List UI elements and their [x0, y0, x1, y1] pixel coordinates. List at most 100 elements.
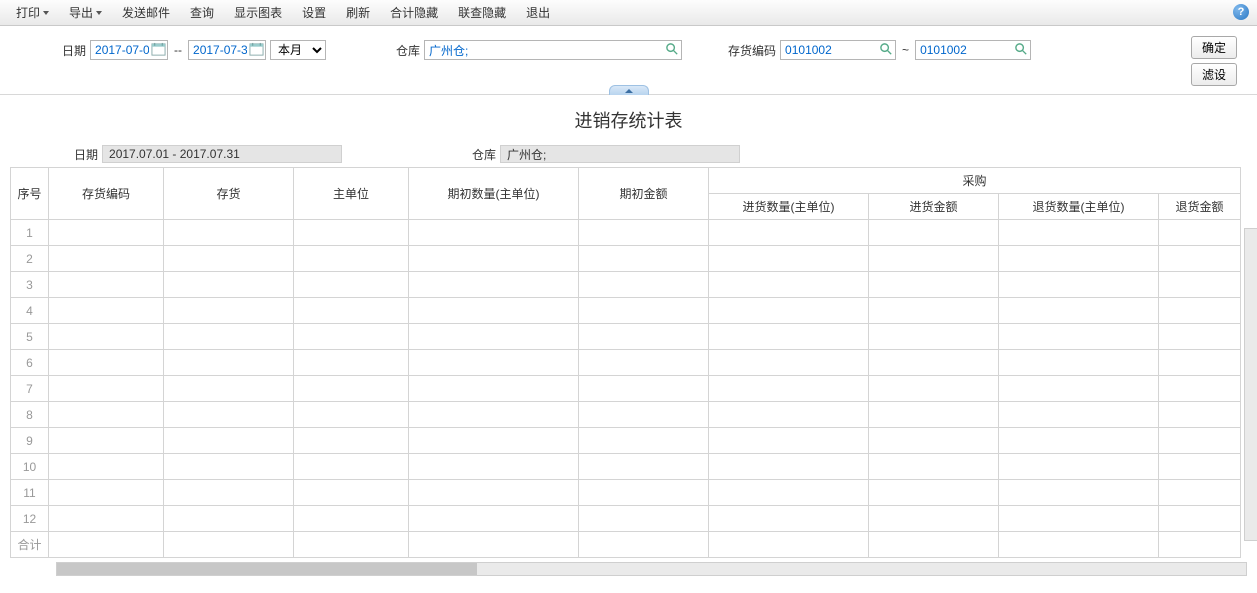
- cell[interactable]: [1159, 350, 1241, 376]
- cell[interactable]: [49, 402, 164, 428]
- hide-join-button[interactable]: 联查隐藏: [450, 1, 514, 24]
- cell[interactable]: [579, 402, 709, 428]
- cell[interactable]: [709, 402, 869, 428]
- cell[interactable]: [869, 298, 999, 324]
- cell[interactable]: [49, 246, 164, 272]
- cell[interactable]: [164, 480, 294, 506]
- cell[interactable]: [1159, 454, 1241, 480]
- cell[interactable]: [294, 402, 409, 428]
- cell[interactable]: [1159, 298, 1241, 324]
- cell[interactable]: [164, 506, 294, 532]
- refresh-button[interactable]: 刷新: [338, 1, 378, 24]
- cell[interactable]: [164, 428, 294, 454]
- table-row[interactable]: 9: [11, 428, 1241, 454]
- table-row[interactable]: 5: [11, 324, 1241, 350]
- cell[interactable]: [1159, 220, 1241, 246]
- cell[interactable]: [49, 480, 164, 506]
- cell[interactable]: [869, 272, 999, 298]
- cell[interactable]: [999, 350, 1159, 376]
- send-mail-button[interactable]: 发送邮件: [114, 1, 178, 24]
- cell[interactable]: [999, 298, 1159, 324]
- vertical-scrollbar[interactable]: [1244, 228, 1257, 541]
- col-ret-qty[interactable]: 退货数量(主单位): [999, 194, 1159, 220]
- hide-total-button[interactable]: 合计隐藏: [382, 1, 446, 24]
- cell[interactable]: [579, 272, 709, 298]
- cell[interactable]: [579, 376, 709, 402]
- search-icon[interactable]: [1014, 42, 1029, 57]
- confirm-button[interactable]: 确定: [1191, 36, 1237, 59]
- table-row[interactable]: 7: [11, 376, 1241, 402]
- table-row[interactable]: 8: [11, 402, 1241, 428]
- horizontal-scrollbar[interactable]: [56, 562, 1247, 576]
- cell[interactable]: [709, 324, 869, 350]
- cell[interactable]: [709, 220, 869, 246]
- col-group-purchase[interactable]: 采购: [709, 168, 1241, 194]
- cell[interactable]: [409, 402, 579, 428]
- cell[interactable]: [579, 220, 709, 246]
- cell[interactable]: [709, 454, 869, 480]
- cell[interactable]: [164, 350, 294, 376]
- cell[interactable]: [709, 480, 869, 506]
- cell[interactable]: [164, 454, 294, 480]
- table-row[interactable]: 6: [11, 350, 1241, 376]
- cell[interactable]: [294, 480, 409, 506]
- cell[interactable]: [294, 350, 409, 376]
- cell[interactable]: [294, 272, 409, 298]
- cell[interactable]: [294, 298, 409, 324]
- cell[interactable]: [164, 324, 294, 350]
- cell[interactable]: [579, 324, 709, 350]
- cell[interactable]: [999, 376, 1159, 402]
- cell[interactable]: [294, 220, 409, 246]
- cell[interactable]: [409, 272, 579, 298]
- col-stock-code[interactable]: 存货编码: [49, 168, 164, 220]
- cell[interactable]: [999, 246, 1159, 272]
- cell[interactable]: [999, 480, 1159, 506]
- cell[interactable]: [409, 324, 579, 350]
- cell[interactable]: [999, 506, 1159, 532]
- search-icon[interactable]: [665, 42, 680, 57]
- col-in-amt[interactable]: 进货金额: [869, 194, 999, 220]
- cell[interactable]: [869, 220, 999, 246]
- col-seq[interactable]: 序号: [11, 168, 49, 220]
- cell[interactable]: [164, 298, 294, 324]
- cell[interactable]: [409, 246, 579, 272]
- help-icon[interactable]: ?: [1233, 4, 1249, 20]
- cell[interactable]: [164, 272, 294, 298]
- cell[interactable]: [869, 428, 999, 454]
- cell[interactable]: [1159, 246, 1241, 272]
- table-row[interactable]: 10: [11, 454, 1241, 480]
- query-button[interactable]: 查询: [182, 1, 222, 24]
- cell[interactable]: [49, 324, 164, 350]
- settings-button[interactable]: 设置: [294, 1, 334, 24]
- cell[interactable]: [869, 402, 999, 428]
- cell[interactable]: [579, 506, 709, 532]
- cell[interactable]: [49, 298, 164, 324]
- cell[interactable]: [294, 506, 409, 532]
- cell[interactable]: [164, 220, 294, 246]
- cell[interactable]: [579, 246, 709, 272]
- period-select[interactable]: 本月: [270, 40, 326, 60]
- cell[interactable]: [999, 428, 1159, 454]
- col-stock[interactable]: 存货: [164, 168, 294, 220]
- cell[interactable]: [294, 376, 409, 402]
- search-icon[interactable]: [879, 42, 894, 57]
- cell[interactable]: [164, 402, 294, 428]
- filter-settings-button[interactable]: 滤设: [1191, 63, 1237, 86]
- cell[interactable]: [409, 298, 579, 324]
- cell[interactable]: [49, 272, 164, 298]
- show-chart-button[interactable]: 显示图表: [226, 1, 290, 24]
- cell[interactable]: [1159, 376, 1241, 402]
- cell[interactable]: [49, 220, 164, 246]
- cell[interactable]: [579, 298, 709, 324]
- scrollbar-thumb[interactable]: [57, 563, 477, 575]
- cell[interactable]: [869, 376, 999, 402]
- cell[interactable]: [1159, 428, 1241, 454]
- cell[interactable]: [1159, 506, 1241, 532]
- cell[interactable]: [1159, 272, 1241, 298]
- cell[interactable]: [869, 324, 999, 350]
- export-menu[interactable]: 导出: [61, 1, 110, 24]
- calendar-icon[interactable]: [151, 42, 166, 57]
- cell[interactable]: [999, 272, 1159, 298]
- table-row[interactable]: 4: [11, 298, 1241, 324]
- cell[interactable]: [999, 402, 1159, 428]
